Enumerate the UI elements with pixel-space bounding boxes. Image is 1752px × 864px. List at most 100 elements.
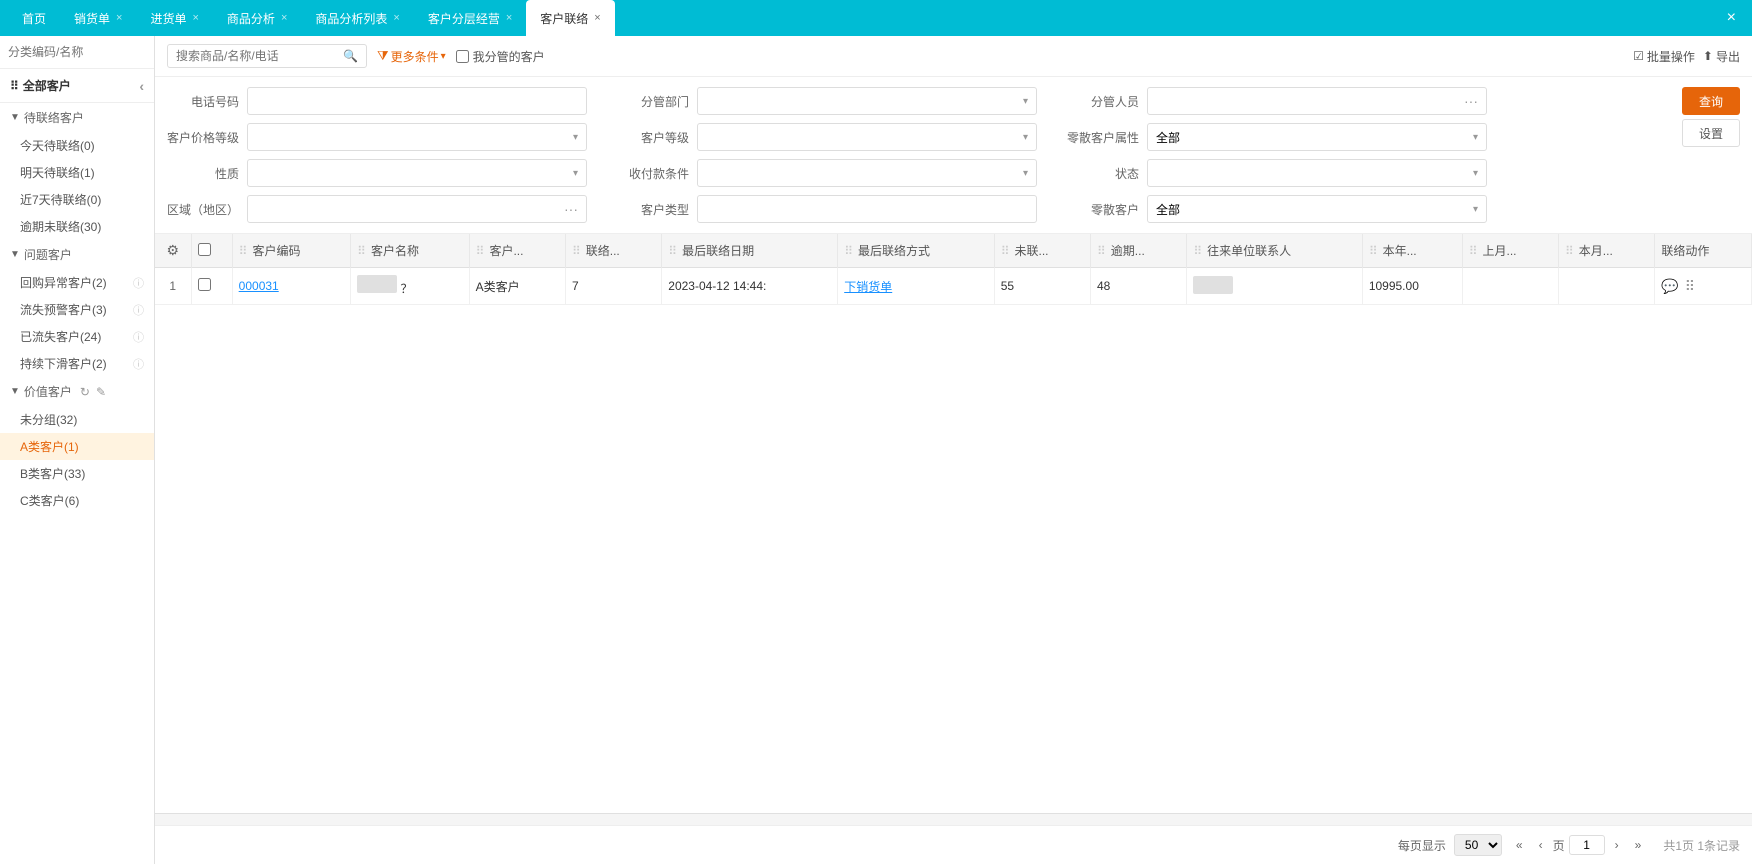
sidebar-item-7days[interactable]: 近7天待联络(0) bbox=[0, 186, 154, 213]
filter-phone-input[interactable] bbox=[247, 87, 587, 115]
page-input[interactable] bbox=[1569, 835, 1605, 855]
my-customers-filter[interactable]: 我分管的客户 bbox=[456, 48, 545, 65]
batch-ops-btn[interactable]: ☑ 批量操作 bbox=[1633, 48, 1695, 65]
sidebar-item-unclassified[interactable]: 未分组(32) bbox=[0, 406, 154, 433]
cell-checkbox bbox=[191, 268, 232, 305]
nav-customer-segmentation[interactable]: 客户分层经营 × bbox=[414, 0, 526, 36]
th-last-method: ⠿ 最后联络方式 bbox=[838, 234, 994, 268]
sidebar-item-churned[interactable]: 已流失客户(24) ⓘ bbox=[0, 323, 154, 350]
cell-contacts bbox=[1187, 268, 1363, 305]
next-page-btn[interactable]: › bbox=[1609, 836, 1625, 854]
edit-icon[interactable]: ✎ bbox=[96, 385, 106, 399]
cell-code[interactable]: 000031 bbox=[232, 268, 350, 305]
page-label: 页 bbox=[1553, 837, 1565, 854]
filter-dept-input[interactable]: ▾ bbox=[697, 87, 1037, 115]
filter-region: 区域（地区） ··· bbox=[167, 195, 587, 223]
last-page-btn[interactable]: » bbox=[1629, 836, 1648, 854]
sidebar-section-value[interactable]: ▼ 价值客户 ↻ ✎ bbox=[0, 377, 154, 406]
query-button[interactable]: 查询 bbox=[1682, 87, 1740, 115]
cell-overdue: 48 bbox=[1091, 268, 1187, 305]
sidebar-item-overdue[interactable]: 逾期未联络(30) bbox=[0, 213, 154, 240]
message-icon[interactable]: 💬 bbox=[1661, 278, 1678, 295]
filter-customer-type: 客户类型 bbox=[617, 195, 1037, 223]
nav-product-analysis[interactable]: 商品分析 × bbox=[213, 0, 301, 36]
nav-home[interactable]: 首页 bbox=[8, 0, 60, 36]
payment-dropdown-icon: ▾ bbox=[1023, 168, 1028, 179]
filter-row-4: 区域（地区） ··· 客户类型 bbox=[167, 195, 1666, 223]
cell-type: A类客户 bbox=[469, 268, 565, 305]
close-customer-contact[interactable]: × bbox=[594, 12, 600, 24]
first-page-btn[interactable]: « bbox=[1510, 836, 1529, 854]
close-product-analysis[interactable]: × bbox=[281, 12, 287, 24]
setting-button[interactable]: 设置 bbox=[1682, 119, 1740, 147]
select-all-checkbox[interactable] bbox=[198, 243, 211, 256]
col-drag-icon3: ⠿ bbox=[476, 244, 485, 258]
page-nav: « ‹ 页 › » bbox=[1510, 835, 1647, 855]
sidebar-item-tomorrow[interactable]: 明天待联络(1) bbox=[0, 159, 154, 186]
col-drag-icon6: ⠿ bbox=[844, 244, 853, 258]
action-icons: 💬 ⠿ bbox=[1661, 278, 1745, 295]
th-code: ⠿ 客户编码 bbox=[232, 234, 350, 268]
cell-last-method[interactable]: 下销货单 bbox=[838, 268, 994, 305]
col-drag-icon11: ⠿ bbox=[1469, 244, 1478, 258]
close-customer-segmentation[interactable]: × bbox=[506, 12, 512, 24]
sidebar-item-repurchase-abnormal[interactable]: 回购异常客户(2) ⓘ bbox=[0, 269, 154, 296]
contacts-masked bbox=[1193, 276, 1233, 294]
close-all-tabs[interactable]: × bbox=[1719, 9, 1744, 27]
th-year: ⠿ 本年... bbox=[1362, 234, 1462, 268]
sidebar-item-type-c[interactable]: C类客户(6) bbox=[0, 487, 154, 514]
filter-search-input[interactable] bbox=[176, 49, 339, 63]
nav-customer-contact[interactable]: 客户联络 × bbox=[526, 0, 614, 36]
col-drag-icon10: ⠿ bbox=[1369, 244, 1378, 258]
th-contact-count: ⠿ 联络... bbox=[565, 234, 661, 268]
nav-product-analysis-list[interactable]: 商品分析列表 × bbox=[301, 0, 413, 36]
sidebar-collapse-icon[interactable]: ‹ bbox=[139, 78, 144, 94]
sidebar-search-input[interactable] bbox=[8, 45, 155, 59]
filter-price-level-input[interactable]: ▾ bbox=[247, 123, 587, 151]
pagination: 每页显示 50 « ‹ 页 › » 共1页 1条记录 bbox=[155, 825, 1752, 864]
th-last-month: ⠿ 上月... bbox=[1462, 234, 1558, 268]
filter-payment-input[interactable]: ▾ bbox=[697, 159, 1037, 187]
name-masked bbox=[357, 275, 397, 293]
prev-page-btn[interactable]: ‹ bbox=[1533, 836, 1549, 854]
my-customers-checkbox[interactable] bbox=[456, 50, 469, 63]
col-drag-icon5: ⠿ bbox=[668, 244, 677, 258]
filter-retail: 零散客户 全部 ▾ bbox=[1067, 195, 1487, 223]
refresh-icon[interactable]: ↻ bbox=[80, 385, 90, 399]
sidebar-section-problem[interactable]: ▼ 问题客户 bbox=[0, 240, 154, 269]
filter-person-input[interactable]: ··· bbox=[1147, 87, 1487, 115]
sidebar-item-churn-warning[interactable]: 流失预警客户(3) ⓘ bbox=[0, 296, 154, 323]
filter-search-box: 🔍 bbox=[167, 44, 367, 68]
nav-purchase-order[interactable]: 进货单 × bbox=[136, 0, 212, 36]
filter-customer-type-input[interactable] bbox=[697, 195, 1037, 223]
page-size-select[interactable]: 50 bbox=[1454, 834, 1502, 856]
filter-status-input[interactable]: ▾ bbox=[1147, 159, 1487, 187]
filter-region-input[interactable]: ··· bbox=[247, 195, 587, 223]
sidebar-item-type-a[interactable]: A类客户(1) bbox=[0, 433, 154, 460]
sidebar-section-pending[interactable]: ▼ 待联络客户 bbox=[0, 103, 154, 132]
filter-search-icon[interactable]: 🔍 bbox=[343, 49, 358, 63]
gear-icon[interactable]: ⚙ bbox=[166, 242, 179, 258]
th-contacts: ⠿ 往来单位联系人 bbox=[1187, 234, 1363, 268]
filter-customer-level: 客户等级 ▾ bbox=[617, 123, 1037, 151]
dept-dropdown-icon: ▾ bbox=[1023, 96, 1028, 107]
filter-nature-input[interactable]: ▾ bbox=[247, 159, 587, 187]
filter-customer-level-input[interactable]: ▾ bbox=[697, 123, 1037, 151]
filter-retail-input[interactable]: 全部 ▾ bbox=[1147, 195, 1487, 223]
close-purchase-order[interactable]: × bbox=[192, 12, 198, 24]
sidebar-item-today[interactable]: 今天待联络(0) bbox=[0, 132, 154, 159]
sidebar-item-type-b[interactable]: B类客户(33) bbox=[0, 460, 154, 487]
filter-row-1: 电话号码 分管部门 ▾ bbox=[167, 87, 1666, 115]
close-product-analysis-list[interactable]: × bbox=[393, 12, 399, 24]
cell-rownum: 1 bbox=[155, 268, 191, 305]
close-sales-order[interactable]: × bbox=[116, 12, 122, 24]
nav-sales-order[interactable]: 销货单 × bbox=[60, 0, 136, 36]
horizontal-scrollbar[interactable] bbox=[155, 813, 1752, 825]
triangle-icon: ▼ bbox=[10, 112, 20, 123]
export-btn[interactable]: ⬆ 导出 bbox=[1703, 48, 1740, 65]
row-checkbox[interactable] bbox=[198, 278, 211, 291]
more-filters-btn[interactable]: ⧩ 更多条件 ▾ bbox=[377, 48, 446, 65]
sidebar-item-declining[interactable]: 持续下滑客户(2) ⓘ bbox=[0, 350, 154, 377]
grid-action-icon[interactable]: ⠿ bbox=[1685, 278, 1695, 295]
filter-retail-attr-input[interactable]: 全部 ▾ bbox=[1147, 123, 1487, 151]
